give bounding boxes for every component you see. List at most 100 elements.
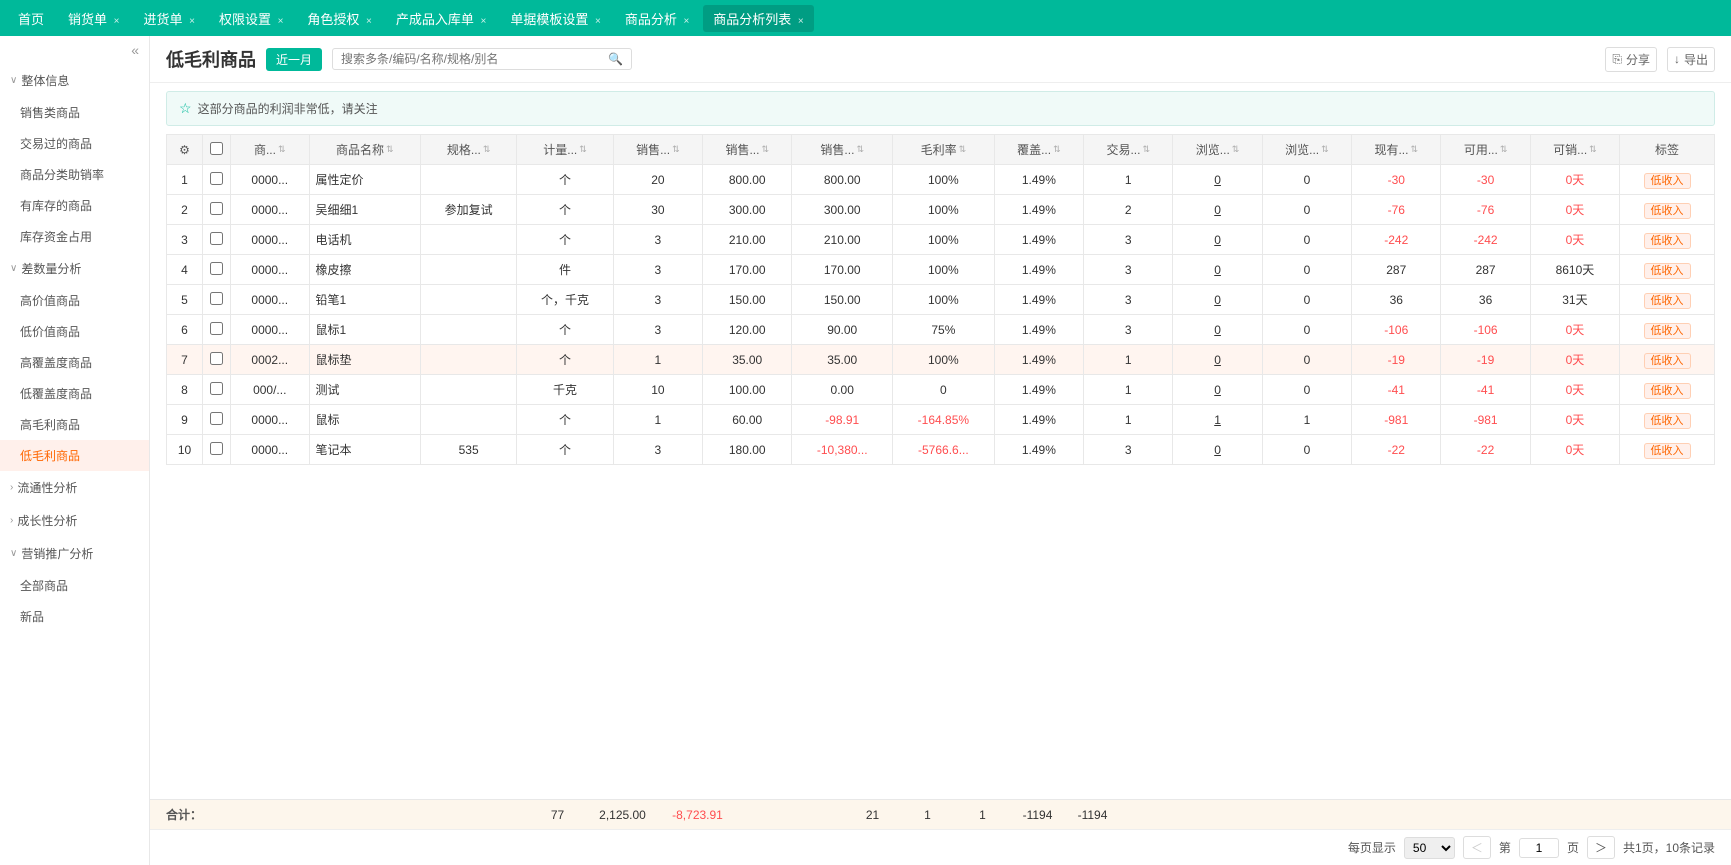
cell-view1[interactable]: 0 — [1173, 195, 1262, 225]
export-button[interactable]: ↓ 导出 — [1667, 47, 1715, 72]
cell-view1[interactable]: 0 — [1173, 435, 1262, 465]
col-tag[interactable]: 标签 — [1620, 135, 1715, 165]
page-size-select[interactable]: 50 100 200 — [1404, 837, 1455, 859]
col-saleable[interactable]: 可销...⇅ — [1530, 135, 1619, 165]
collapse-button[interactable]: « — [127, 40, 143, 60]
cell-view1[interactable]: 1 — [1173, 405, 1262, 435]
nav-product-analysis[interactable]: 商品分析 × — [615, 5, 699, 32]
row-checkbox[interactable] — [210, 442, 223, 455]
col-current[interactable]: 现有...⇅ — [1352, 135, 1441, 165]
col-view1[interactable]: 浏览...⇅ — [1173, 135, 1262, 165]
sidebar-group-marketing[interactable]: ∨ 营销推广分析 — [0, 537, 149, 570]
col-coverage[interactable]: 覆盖...⇅ — [994, 135, 1083, 165]
cell-saleable: 0天 — [1530, 435, 1619, 465]
cell-checkbox[interactable] — [203, 255, 231, 285]
cell-tag: 低收入 — [1620, 315, 1715, 345]
col-sales-profit[interactable]: 销售...⇅ — [792, 135, 893, 165]
sidebar-group-overall[interactable]: ∨ 整体信息 — [0, 64, 149, 97]
search-icon[interactable]: 🔍 — [608, 52, 623, 66]
col-unit[interactable]: 计量...⇅ — [517, 135, 613, 165]
sidebar-item-all-goods[interactable]: 全部商品 — [0, 570, 149, 601]
row-checkbox[interactable] — [210, 412, 223, 425]
nav-product-analysis-list[interactable]: 商品分析列表 × — [703, 5, 813, 32]
cell-view1[interactable]: 0 — [1173, 315, 1262, 345]
select-all-checkbox[interactable] — [210, 142, 223, 155]
col-settings[interactable]: ⚙ — [167, 135, 203, 165]
sidebar-group-quantity-analysis[interactable]: ∨ 差数量分析 — [0, 252, 149, 285]
cell-checkbox[interactable] — [203, 315, 231, 345]
close-icon[interactable]: × — [189, 16, 195, 27]
sidebar-item-high-margin[interactable]: 高毛利商品 — [0, 409, 149, 440]
sidebar-group-growth[interactable]: › 成长性分析 — [0, 504, 149, 537]
cell-checkbox[interactable] — [203, 165, 231, 195]
sidebar-item-new-goods[interactable]: 新品 — [0, 601, 149, 632]
close-icon[interactable]: × — [366, 16, 372, 27]
prev-page-button[interactable]: ＜ — [1463, 836, 1491, 859]
row-checkbox[interactable] — [210, 172, 223, 185]
col-view2[interactable]: 浏览...⇅ — [1262, 135, 1351, 165]
sidebar-item-low-margin[interactable]: 低毛利商品 — [0, 440, 149, 471]
cell-checkbox[interactable] — [203, 435, 231, 465]
row-checkbox[interactable] — [210, 322, 223, 335]
sidebar-item-high-coverage[interactable]: 高覆盖度商品 — [0, 347, 149, 378]
sidebar-group-circulation[interactable]: › 流通性分析 — [0, 471, 149, 504]
sidebar-item-sales-goods[interactable]: 销售类商品 — [0, 97, 149, 128]
close-icon[interactable]: × — [114, 16, 120, 27]
cell-checkbox[interactable] — [203, 375, 231, 405]
sidebar-item-stock-capital[interactable]: 库存资金占用 — [0, 221, 149, 252]
col-trans[interactable]: 交易...⇅ — [1084, 135, 1173, 165]
sidebar-item-low-value[interactable]: 低价值商品 — [0, 316, 149, 347]
nav-permissions[interactable]: 权限设置 × — [209, 5, 293, 32]
cell-view1[interactable]: 0 — [1173, 285, 1262, 315]
cell-view1[interactable]: 0 — [1173, 225, 1262, 255]
col-name[interactable]: 商品名称⇅ — [309, 135, 420, 165]
sidebar-item-traded-goods[interactable]: 交易过的商品 — [0, 128, 149, 159]
col-spec[interactable]: 规格...⇅ — [420, 135, 516, 165]
nav-sales-order[interactable]: 销货单 × — [58, 5, 129, 32]
nav-product-entry[interactable]: 产成品入库单 × — [386, 5, 496, 32]
sidebar-item-in-stock[interactable]: 有库存的商品 — [0, 190, 149, 221]
nav-home[interactable]: 首页 — [8, 5, 54, 32]
page-input[interactable] — [1519, 838, 1559, 858]
next-page-button[interactable]: ＞ — [1587, 836, 1615, 859]
close-icon[interactable]: × — [481, 16, 487, 27]
row-checkbox[interactable] — [210, 382, 223, 395]
nav-role-auth[interactable]: 角色授权 × — [297, 5, 381, 32]
col-available[interactable]: 可用...⇅ — [1441, 135, 1530, 165]
cell-view1[interactable]: 0 — [1173, 255, 1262, 285]
cell-trans: 3 — [1084, 285, 1173, 315]
cell-checkbox[interactable] — [203, 195, 231, 225]
nav-purchase-order[interactable]: 进货单 × — [133, 5, 204, 32]
cell-checkbox[interactable] — [203, 405, 231, 435]
col-sales-amount[interactable]: 销售...⇅ — [703, 135, 792, 165]
close-icon[interactable]: × — [595, 16, 601, 27]
row-checkbox[interactable] — [210, 262, 223, 275]
col-checkbox[interactable] — [203, 135, 231, 165]
cell-view1[interactable]: 0 — [1173, 345, 1262, 375]
cell-checkbox[interactable] — [203, 225, 231, 255]
sidebar-item-high-value[interactable]: 高价值商品 — [0, 285, 149, 316]
cell-available: -19 — [1441, 345, 1530, 375]
cell-view1[interactable]: 0 — [1173, 165, 1262, 195]
close-icon[interactable]: × — [683, 16, 689, 27]
date-filter-button[interactable]: 近一月 — [266, 48, 322, 71]
search-input[interactable] — [341, 52, 603, 66]
sidebar-item-category-rate[interactable]: 商品分类助销率 — [0, 159, 149, 190]
cell-checkbox[interactable] — [203, 285, 231, 315]
cell-current: -19 — [1352, 345, 1441, 375]
close-icon[interactable]: × — [798, 16, 804, 27]
col-code[interactable]: 商...⇅ — [231, 135, 310, 165]
row-checkbox[interactable] — [210, 202, 223, 215]
row-checkbox[interactable] — [210, 232, 223, 245]
nav-template-settings[interactable]: 单据模板设置 × — [500, 5, 610, 32]
row-checkbox[interactable] — [210, 292, 223, 305]
tag-badge: 低收入 — [1644, 293, 1691, 309]
sidebar-item-low-coverage[interactable]: 低覆盖度商品 — [0, 378, 149, 409]
row-checkbox[interactable] — [210, 352, 223, 365]
cell-checkbox[interactable] — [203, 345, 231, 375]
close-icon[interactable]: × — [278, 16, 284, 27]
cell-view1[interactable]: 0 — [1173, 375, 1262, 405]
share-button[interactable]: ⎘ 分享 — [1605, 47, 1657, 72]
col-sales-count[interactable]: 销售...⇅ — [613, 135, 702, 165]
col-margin-rate[interactable]: 毛利率⇅ — [893, 135, 995, 165]
